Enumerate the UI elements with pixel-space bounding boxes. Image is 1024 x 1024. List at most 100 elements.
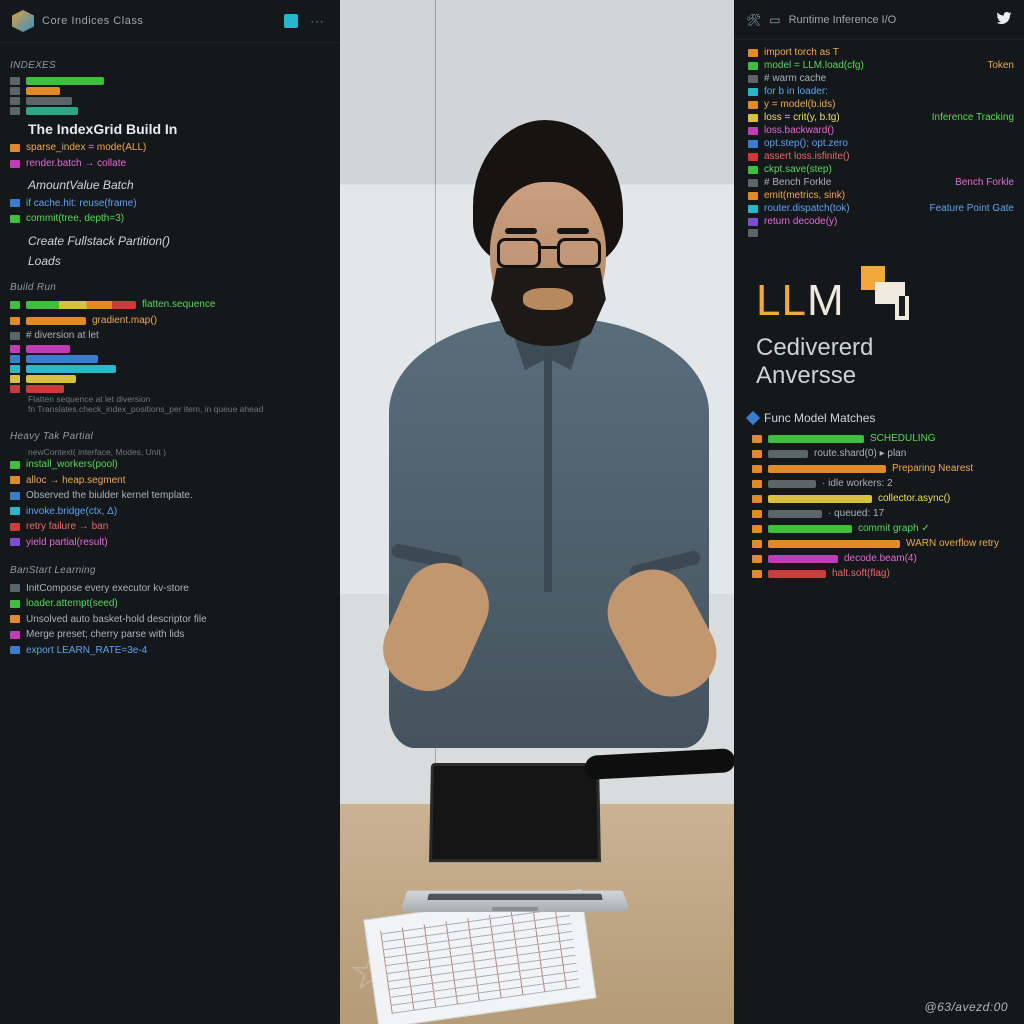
code-bar [26, 345, 70, 353]
gutter-swatch-icon [748, 49, 758, 57]
gutter-swatch-icon [752, 495, 762, 503]
footer-handle: @63/avezd:00 [924, 1000, 1008, 1014]
code-text: # diversion at let [26, 329, 99, 343]
code-text: InitCompose every executor kv-store [26, 582, 189, 596]
gutter-swatch-icon [748, 218, 758, 226]
gutter-swatch-icon [10, 77, 20, 85]
heading-fullstack: Create Fullstack Partition() [10, 227, 330, 251]
diamond-icon [746, 411, 760, 425]
code-line: InitCompose every executor kv-store [10, 581, 330, 597]
line-tag: Bench Forkle [955, 177, 1014, 188]
code-text: y = model(b.ids) [764, 99, 835, 110]
code-bar [26, 355, 98, 363]
code-text: emit(metrics, sink) [764, 190, 845, 201]
gutter-swatch-icon [10, 199, 20, 207]
code-text: model = LLM.load(cfg) [764, 60, 864, 71]
code-bar [26, 385, 64, 393]
gutter-swatch-icon [748, 88, 758, 96]
code-text: Observed the biulder kernel template. [26, 489, 193, 503]
code-text: Preparing Nearest [892, 463, 973, 474]
code-line: alloc → heap.segment [10, 473, 330, 489]
subheading-newcontext: newContext( interface, Modes, Unit ) [10, 447, 330, 457]
code-line [10, 344, 330, 354]
watermark-icon [350, 952, 392, 994]
code-bar [26, 301, 136, 309]
gutter-swatch-icon [10, 584, 20, 592]
code-line: ckpt.save(step) [748, 163, 1014, 176]
code-text: install_workers(pool) [26, 458, 118, 472]
code-text: decode.beam(4) [844, 553, 917, 564]
code-text: gradient.map() [92, 314, 157, 328]
code-panel-left: Core Indices Class ⋯ INDEXES The IndexGr… [0, 0, 340, 1024]
gutter-swatch-icon [10, 615, 20, 623]
gutter-swatch-icon [748, 62, 758, 70]
code-text: ckpt.save(step) [764, 164, 832, 175]
gutter-swatch-icon [10, 507, 20, 515]
code-line: loss.backward() [748, 124, 1014, 137]
gutter-swatch-icon [752, 450, 762, 458]
code-bar [768, 510, 822, 518]
code-line: loss = crit(y, b.tg)Inference Tracking [748, 111, 1014, 124]
gutter-swatch-icon [10, 97, 20, 105]
code-line: · idle workers: 2 [752, 476, 1014, 491]
gutter-swatch-icon [748, 153, 758, 161]
code-line: import torch as T [748, 46, 1014, 59]
code-line: flatten.sequence [10, 297, 330, 313]
section-label-indexes: INDEXES [10, 49, 330, 76]
gutter-swatch-icon [10, 355, 20, 363]
section-label-buildrun: Build Run [10, 271, 330, 298]
note-flatten: Flatten sequence at let diversion [10, 394, 330, 404]
section-label-banstart: BanStart Learning [10, 550, 330, 581]
code-line: · queued: 17 [752, 506, 1014, 521]
code-text: · idle workers: 2 [822, 478, 893, 489]
window-icon[interactable]: ▭ [769, 13, 780, 27]
code-text: SCHEDULING [870, 433, 936, 444]
more-menu-icon[interactable]: ⋯ [306, 12, 328, 31]
gutter-swatch-icon [10, 600, 20, 608]
code-bar [26, 87, 60, 95]
code-bar [768, 525, 852, 533]
code-line: # diversion at let [10, 328, 330, 344]
status-badge-icon [284, 14, 298, 28]
code-text: export LEARN_RATE=3e-4 [26, 644, 147, 658]
brand-mark-icon [855, 266, 915, 326]
line-tag: Inference Tracking [932, 112, 1014, 123]
wrench-icon[interactable]: 🛠 [746, 13, 761, 27]
gutter-swatch-icon [10, 365, 20, 373]
code-text: commit graph ✓ [858, 523, 930, 534]
code-bar [768, 570, 826, 578]
code-text: assert loss.isfinite() [764, 151, 850, 162]
line-tag: Token [987, 60, 1014, 71]
code-panel-right: 🛠 ▭ Runtime Inference I/O import torch a… [734, 0, 1024, 1024]
code-line: halt.soft(flag) [752, 566, 1014, 581]
code-bar [26, 365, 116, 373]
code-bar [768, 480, 816, 488]
code-text: invoke.bridge(ctx, Δ) [26, 505, 117, 519]
gutter-swatch-icon [10, 492, 20, 500]
code-line: router.dispatch(tok)Feature Point Gate [748, 202, 1014, 215]
code-line [10, 374, 330, 384]
hero-photo [340, 0, 734, 1024]
code-text: loss.backward() [764, 125, 834, 136]
gutter-swatch-icon [10, 87, 20, 95]
gutter-swatch-icon [10, 332, 20, 340]
gutter-swatch-icon [10, 144, 20, 152]
gutter-swatch-icon [752, 525, 762, 533]
code-bar [26, 317, 86, 325]
code-line: decode.beam(4) [752, 551, 1014, 566]
code-text: Merge preset; cherry parse with lids [26, 628, 184, 642]
code-text: collector.async() [878, 493, 950, 504]
gutter-swatch-icon [752, 540, 762, 548]
heading-indexgrid: The IndexGrid Build In [10, 116, 330, 141]
code-text: router.dispatch(tok) [764, 203, 850, 214]
code-line: loader.attempt(seed) [10, 596, 330, 612]
code-text: retry failure → ban [26, 520, 108, 534]
twitter-icon[interactable] [996, 10, 1012, 29]
code-text: # Bench Forkle [764, 177, 831, 188]
gutter-swatch-icon [752, 465, 762, 473]
gutter-swatch-icon [748, 179, 758, 187]
code-line: install_workers(pool) [10, 457, 330, 473]
brand-wordmark: LLM [756, 276, 845, 326]
code-bar [768, 555, 838, 563]
gutter-swatch-icon [748, 192, 758, 200]
